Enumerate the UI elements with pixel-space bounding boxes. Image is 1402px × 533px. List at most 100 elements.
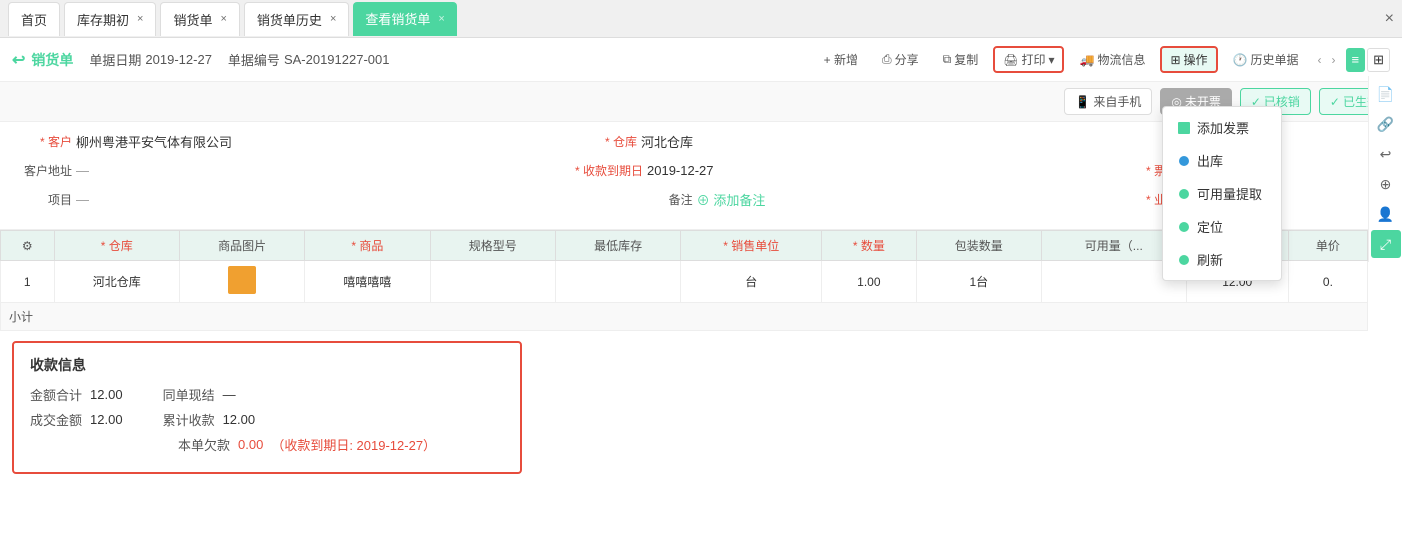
col-pack-qty: 包装数量	[916, 231, 1041, 261]
add-remark-button[interactable]: ⊕ 添加备注	[697, 190, 766, 209]
share-button[interactable]: ⎙ 分享	[873, 46, 928, 73]
balance-label: 本单欠款	[178, 435, 230, 454]
next-record-button[interactable]: ›	[1328, 51, 1340, 69]
row-model	[430, 261, 555, 303]
tab-sales-history[interactable]: 销货单历史 ×	[244, 2, 349, 36]
new-button[interactable]: + 新增	[815, 46, 867, 73]
row-product: 嘻嘻嘻嘻	[305, 261, 430, 303]
total-amount-value: 12.00	[90, 387, 123, 402]
main-content: ↩ 销货单 单据日期 2019-12-27 单据编号 SA-20191227-0…	[0, 38, 1402, 533]
available-pickup-icon	[1177, 187, 1191, 201]
add-invoice-item[interactable]: 添加发票	[1163, 111, 1281, 144]
payment-date-value: 2019-12-27	[647, 163, 827, 178]
tab-home[interactable]: 首页	[8, 2, 60, 36]
date-value: 2019-12-27	[145, 52, 212, 67]
doc-type-label: 销货单	[31, 50, 73, 70]
history-icon: 🕐	[1233, 53, 1248, 67]
balance-item: 本单欠款 0.00 （收款到期日: 2019-12-27）	[178, 435, 436, 454]
close-all-tabs-button[interactable]: ×	[1385, 10, 1394, 28]
info-row-1: 金额合计 12.00 同单现结 —	[30, 385, 504, 404]
total-amount-item: 金额合计 12.00	[30, 385, 123, 404]
refresh-item[interactable]: 刷新	[1163, 243, 1281, 276]
row-pack-qty: 1台	[916, 261, 1041, 303]
col-unit-price: 单价	[1288, 231, 1367, 261]
tab-close-inventory[interactable]: ×	[137, 13, 143, 25]
right-icon-back[interactable]: ↩	[1371, 140, 1401, 168]
transaction-value: 12.00	[90, 412, 123, 427]
transaction-label: 成交金额	[30, 410, 82, 429]
same-order-item: 同单现结 —	[163, 385, 236, 404]
doc-meta: 单据日期 2019-12-27 单据编号 SA-20191227-001	[89, 50, 389, 69]
row-sales-unit: 台	[681, 261, 822, 303]
right-icon-doc[interactable]: 📄	[1371, 80, 1401, 108]
doc-header: ↩ 销货单 单据日期 2019-12-27 单据编号 SA-20191227-0…	[0, 38, 1402, 82]
operations-dropdown: 添加发票 出库 可用量提取 定位 刷新	[1162, 106, 1282, 281]
right-icon-user[interactable]: 👤	[1371, 200, 1401, 228]
available-pickup-item[interactable]: 可用量提取	[1163, 177, 1281, 210]
balance-value: 0.00	[238, 437, 263, 452]
locate-item[interactable]: 定位	[1163, 210, 1281, 243]
customer-label: * 客户	[16, 133, 76, 150]
phone-icon: 📱	[1075, 95, 1090, 109]
address-value: —	[76, 163, 256, 178]
copy-button[interactable]: ⧉ 复制	[934, 46, 988, 73]
row-warehouse: 河北仓库	[54, 261, 179, 303]
tab-bar: 首页 库存期初 × 销货单 × 销货单历史 × 查看销货单 × ×	[0, 0, 1402, 38]
info-row-2: 成交金额 12.00 累计收款 12.00	[30, 410, 504, 429]
remarks-label: 备注	[637, 191, 697, 208]
same-order-value: —	[223, 387, 236, 402]
from-phone-button[interactable]: 📱 来自手机	[1064, 88, 1152, 115]
view-toggle: ≡ ⊞	[1346, 48, 1391, 72]
payment-info-title: 收款信息	[30, 355, 504, 375]
copy-icon: ⧉	[943, 52, 952, 67]
tab-view-sales[interactable]: 查看销货单 ×	[353, 2, 456, 36]
total-amount-label: 金额合计	[30, 385, 82, 404]
operations-button[interactable]: ⊞ 操作	[1160, 46, 1217, 73]
col-sales-unit: * 销售单位	[681, 231, 822, 261]
logistics-button[interactable]: 🚚 物流信息	[1070, 46, 1154, 73]
refresh-icon	[1177, 253, 1191, 267]
print-dropdown-arrow: ▾	[1048, 53, 1054, 67]
operations-icon: ⊞	[1170, 53, 1180, 67]
effective-icon: ✓	[1330, 95, 1340, 109]
view-grid-button[interactable]: ⊞	[1367, 48, 1390, 72]
col-product: * 商品	[305, 231, 430, 261]
print-button[interactable]: 🖨 打印 ▾	[993, 46, 1064, 73]
cumulative-value: 12.00	[223, 412, 256, 427]
right-icon-expand[interactable]: ⤢	[1371, 230, 1401, 258]
customer-value: 柳州粤港平安气体有限公司	[76, 132, 256, 151]
same-order-label: 同单现结	[163, 385, 215, 404]
doc-date-item: 单据日期 2019-12-27	[89, 50, 212, 69]
outbound-item[interactable]: 出库	[1163, 144, 1281, 177]
doc-type-icon: ↩	[12, 50, 25, 70]
tab-close-view-sales[interactable]: ×	[438, 13, 444, 25]
col-model: 规格型号	[430, 231, 555, 261]
locate-icon	[1177, 220, 1191, 234]
subtotal-row: 小计	[1, 303, 1368, 331]
tab-inventory-init[interactable]: 库存期初 ×	[64, 2, 156, 36]
row-num: 1	[1, 261, 55, 303]
col-warehouse: * 仓库	[54, 231, 179, 261]
tab-sales-order[interactable]: 销货单 ×	[160, 2, 239, 36]
prev-record-button[interactable]: ‹	[1314, 51, 1326, 69]
outbound-icon	[1177, 154, 1191, 168]
history-button[interactable]: 🕐 历史单据	[1224, 46, 1308, 73]
tab-close-history[interactable]: ×	[330, 13, 336, 25]
doc-title: ↩ 销货单	[12, 50, 73, 70]
col-settings: ⚙	[1, 231, 55, 261]
view-list-button[interactable]: ≡	[1346, 48, 1366, 72]
balance-note: （收款到期日: 2019-12-27）	[271, 435, 436, 454]
print-icon: 🖨	[1003, 53, 1018, 67]
tab-close-sales[interactable]: ×	[220, 13, 226, 25]
row-unit-price: 0.	[1288, 261, 1367, 303]
right-icon-add[interactable]: ⊕	[1371, 170, 1401, 198]
right-icon-link[interactable]: 🔗	[1371, 110, 1401, 138]
col-quantity: * 数量	[822, 231, 917, 261]
subtotal-label: 小计	[1, 303, 1368, 331]
col-min-stock: 最低库存	[555, 231, 680, 261]
number-value: SA-20191227-001	[284, 52, 390, 67]
logistics-icon: 🚚	[1079, 53, 1094, 67]
doc-actions: + 新增 ⎙ 分享 ⧉ 复制 🖨 打印 ▾ 🚚 物流信息	[815, 46, 1390, 73]
warehouse-value: 河北仓库	[641, 132, 821, 151]
row-min-stock	[555, 261, 680, 303]
